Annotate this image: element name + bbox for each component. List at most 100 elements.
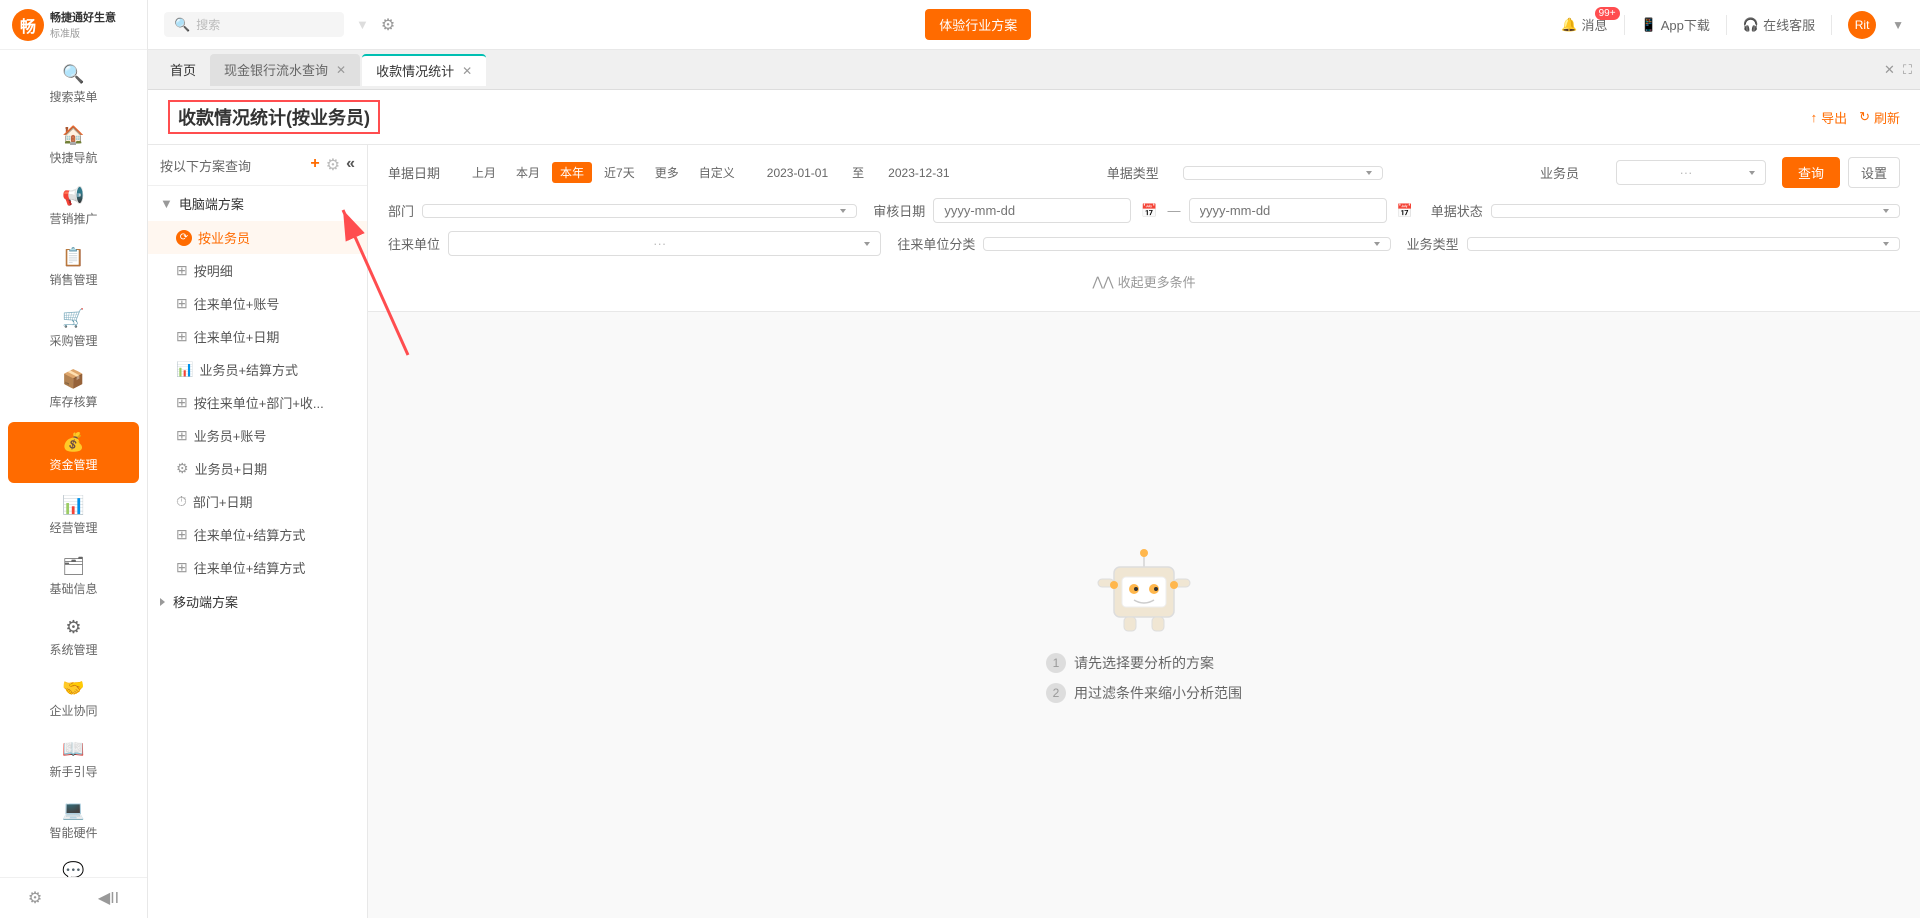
audit-date-dash: — [1168, 203, 1181, 218]
sidebar-item-basics[interactable]: 🗂 基础信息 [0, 546, 147, 607]
page-content: 收款情况统计(按业务员) ↑ 导出 ↻ 刷新 [148, 90, 1920, 918]
tab-expand-icon[interactable]: ⛶ [1903, 62, 1912, 78]
salesman-chevron [1749, 171, 1755, 175]
sidebar-item-system[interactable]: ⚙ 系统管理 [0, 607, 147, 668]
scheme-item-partner-dept[interactable]: ⊞ 按往来单位+部门+收... [148, 386, 367, 419]
system-icon: ⚙ [65, 617, 81, 638]
doc-type-select[interactable] [1183, 166, 1383, 180]
trial-btn[interactable]: 体验行业方案 [925, 9, 1031, 40]
sidebar-item-capital[interactable]: 💰 资金管理 [8, 422, 139, 483]
footer-settings-icon[interactable]: ⚙ [28, 888, 42, 908]
filter-area: 单据日期 上月 本月 本年 近7天 更多 自定义 2023-01-01 至 20… [368, 145, 1920, 312]
sidebar-item-sales[interactable]: 📋 销售管理 [0, 237, 147, 298]
hint-num-1: 1 [1046, 653, 1066, 673]
scheme-item-partner-settle1[interactable]: ⊞ 往来单位+结算方式 [148, 518, 367, 551]
date-tab-this-year[interactable]: 本年 [552, 162, 592, 183]
audit-date-calendar-icon2: 📅 [1397, 203, 1413, 219]
page-actions: ↑ 导出 ↻ 刷新 [1811, 108, 1900, 127]
scheme-item-label: 往来单位+日期 [194, 327, 280, 346]
audit-date-start[interactable] [933, 198, 1131, 223]
date-tab-custom[interactable]: 自定义 [691, 162, 743, 183]
search-icon: 🔍 [174, 17, 190, 33]
partner-more: ··· [653, 236, 666, 251]
partner-date-icon: ⊞ [176, 328, 188, 345]
scheme-add-btn[interactable]: + [310, 155, 319, 175]
page-header: 收款情况统计(按业务员) ↑ 导出 ↻ 刷新 [148, 90, 1920, 145]
scheme-collapse-btn[interactable]: « [346, 155, 355, 175]
scheme-item-salesman-account[interactable]: ⊞ 业务员+账号 [148, 419, 367, 452]
query-btn[interactable]: 查询 [1782, 157, 1840, 188]
export-label: 导出 [1821, 108, 1847, 127]
scheme-item-by-salesman[interactable]: ⟳ 按业务员 [148, 221, 367, 254]
date-tab-last-month[interactable]: 上月 [464, 162, 504, 183]
scheme-section-mobile-title[interactable]: 移动端方案 [148, 584, 367, 619]
scheme-item-salesman-settle[interactable]: 📊 业务员+结算方式 [148, 353, 367, 386]
sidebar-item-inventory[interactable]: 📦 库存核算 [0, 359, 147, 420]
operations-icon: 📊 [62, 495, 84, 516]
scheme-item-dept-date[interactable]: ⏱ 部门+日期 [148, 485, 367, 518]
scheme-item-partner-settle2[interactable]: ⊞ 往来单位+结算方式 [148, 551, 367, 584]
audit-date-end[interactable] [1189, 198, 1387, 223]
scheme-item-label: 业务员+账号 [194, 426, 267, 445]
topbar-gear-icon[interactable]: ⚙ [381, 15, 395, 35]
user-avatar[interactable]: Rit [1848, 11, 1876, 39]
online-service-btn[interactable]: 🎧 在线客服 [1743, 15, 1815, 34]
settings-filter-btn[interactable]: 设置 [1848, 157, 1900, 188]
refresh-btn[interactable]: ↻ 刷新 [1859, 108, 1900, 127]
sidebar-item-corp[interactable]: 🤝 企业协同 [0, 668, 147, 729]
date-tab-more[interactable]: 更多 [647, 162, 687, 183]
notification-btn[interactable]: 🔔 消息 99+ [1561, 15, 1607, 34]
tab-home[interactable]: 首页 [156, 54, 210, 86]
refresh-label: 刷新 [1874, 108, 1900, 127]
scheme-settings-btn[interactable]: ⚙ [326, 155, 340, 175]
inventory-icon: 📦 [62, 369, 84, 390]
hint-text-1: 请先选择要分析的方案 [1074, 653, 1214, 673]
scheme-header-actions: + ⚙ « [310, 155, 355, 175]
tab-collection-stats[interactable]: 收款情况统计 ✕ [362, 54, 486, 86]
dept-select[interactable] [422, 204, 857, 218]
doc-status-chevron [1883, 209, 1889, 213]
sidebar-item-marketing[interactable]: 📢 营销推广 [0, 176, 147, 237]
scheme-item-partner-account[interactable]: ⊞ 往来单位+账号 [148, 287, 367, 320]
sidebar-item-label: 库存核算 [49, 393, 97, 410]
tabbar-actions: ✕ ⛶ [1884, 62, 1912, 78]
biz-type-filter: 业务类型 [1407, 234, 1900, 253]
app-download-label: App下载 [1661, 15, 1710, 34]
export-btn[interactable]: ↑ 导出 [1811, 108, 1848, 127]
tab-bank-flow-close[interactable]: ✕ [336, 63, 346, 77]
search-menu-icon: 🔍 [62, 64, 84, 85]
scheme-item-by-detail[interactable]: ⊞ 按明细 [148, 254, 367, 287]
date-tab-last7[interactable]: 近7天 [596, 162, 643, 183]
sidebar-item-guide[interactable]: 📖 新手引导 [0, 729, 147, 790]
main-area: 🔍 搜索 ▼ ⚙ 体验行业方案 🔔 消息 99+ 📱 App下载 🎧 在线客服 [148, 0, 1920, 918]
doc-type-label: 单据类型 [1107, 163, 1167, 182]
scheme-item-partner-date[interactable]: ⊞ 往来单位+日期 [148, 320, 367, 353]
partner-select[interactable]: ··· [448, 231, 881, 256]
sidebar-item-operations[interactable]: 📊 经营管理 [0, 485, 147, 546]
date-tab-this-month[interactable]: 本月 [508, 162, 548, 183]
app-download-btn[interactable]: 📱 App下载 [1641, 15, 1710, 34]
sidebar-item-purchase[interactable]: 🛒 采购管理 [0, 298, 147, 359]
filter-btn-group: 查询 设置 [1782, 157, 1900, 188]
topbar-search-box[interactable]: 🔍 搜索 [164, 12, 344, 37]
sidebar-item-quick-nav[interactable]: 🏠 快捷导航 [0, 115, 147, 176]
scheme-item-salesman-date[interactable]: ⚙ 业务员+日期 [148, 452, 367, 485]
sidebar-item-label: 经营管理 [49, 519, 97, 536]
dept-label: 部门 [388, 201, 414, 220]
partner-cat-select[interactable] [983, 237, 1390, 251]
tab-close-all-icon[interactable]: ✕ [1884, 62, 1895, 78]
partner-cat-label: 往来单位分类 [897, 234, 975, 253]
salesman-select[interactable]: ··· [1616, 160, 1766, 185]
sidebar-item-search-menu[interactable]: 🔍 搜索菜单 [0, 54, 147, 115]
scheme-section-pc-title[interactable]: ▼ 电脑端方案 [148, 186, 367, 221]
biz-type-select[interactable] [1467, 237, 1900, 251]
tab-collection-close[interactable]: ✕ [462, 64, 472, 78]
sidebar-item-hardware[interactable]: 💻 智能硬件 [0, 790, 147, 851]
salesman-label: 业务员 [1540, 163, 1600, 182]
sidebar-item-wechat[interactable]: 💬 企业微信 [0, 851, 147, 877]
footer-collapse-icon[interactable]: ◀II [98, 888, 119, 908]
tab-bank-flow[interactable]: 现金银行流水查询 ✕ [210, 54, 360, 86]
doc-status-select[interactable] [1491, 204, 1900, 218]
collapse-bar[interactable]: ⋀⋀ 收起更多条件 [388, 264, 1900, 299]
filter-row-3: 往来单位 ··· 往来单位分类 [388, 231, 1900, 256]
